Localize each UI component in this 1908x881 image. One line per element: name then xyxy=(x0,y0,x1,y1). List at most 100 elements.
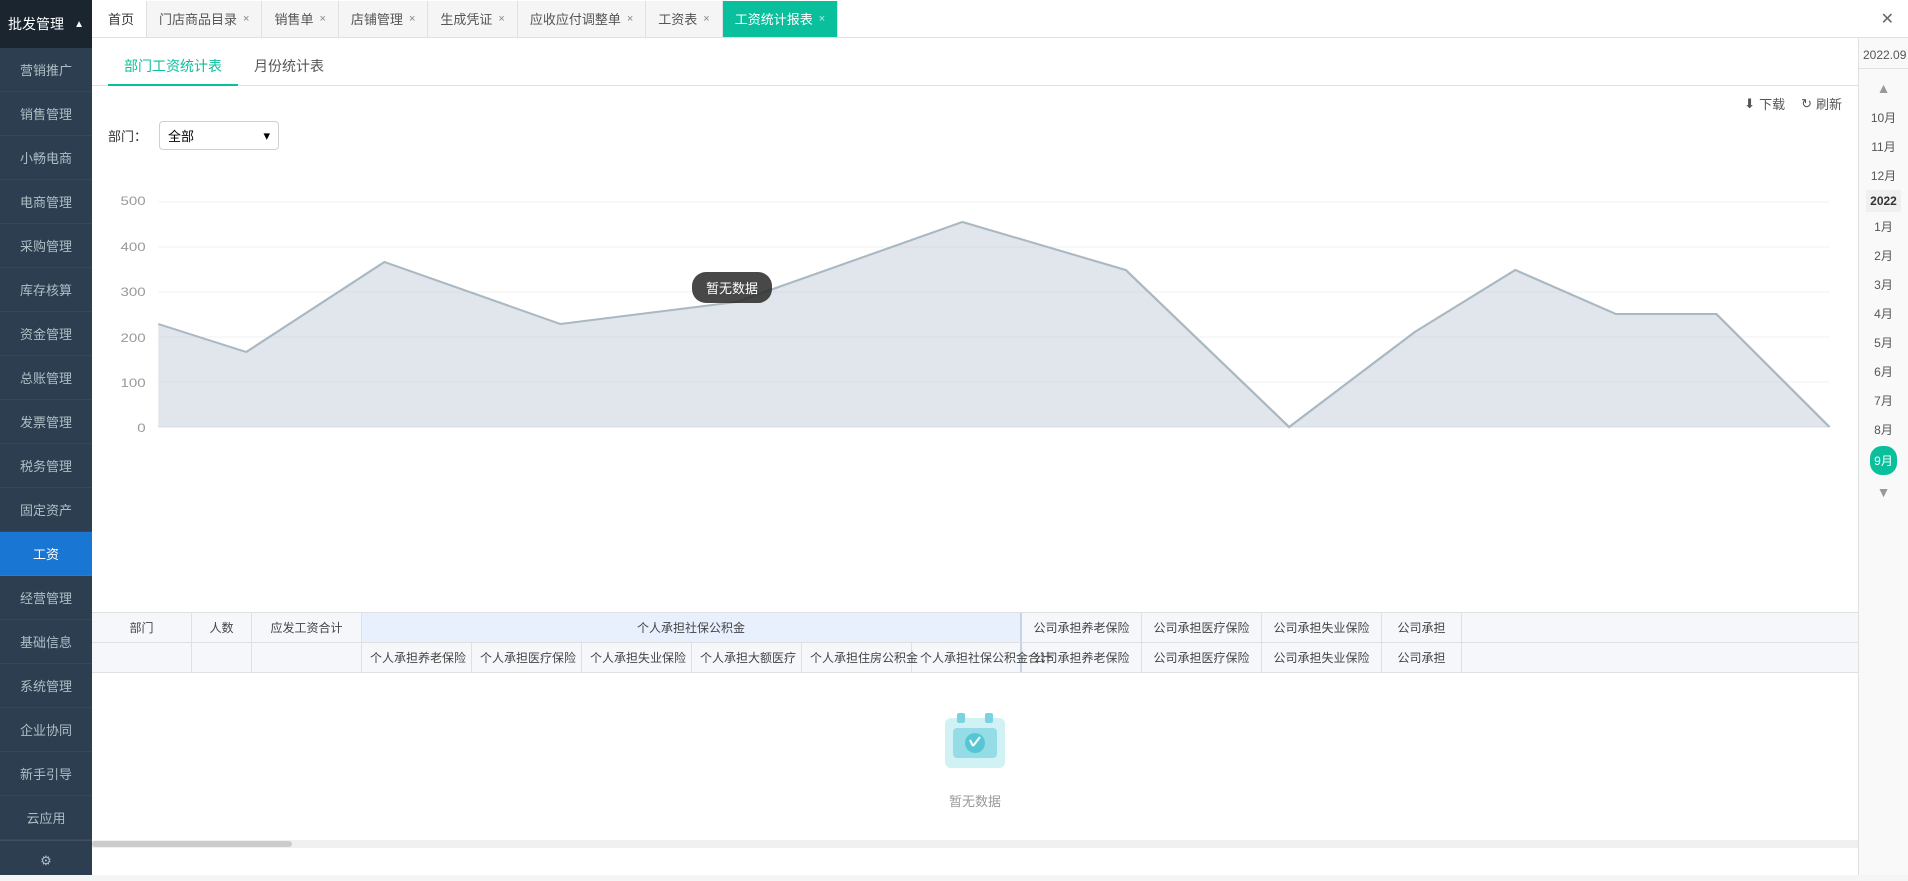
toolbar: ⬇ 下载 ↻ 刷新 xyxy=(92,86,1858,121)
sidebar-item-4[interactable]: 采购管理 xyxy=(0,224,92,268)
tab-bar: 首页门店商品目录×销售单×店铺管理×生成凭证×应收应付调整单×工资表×工资统计报… xyxy=(92,0,1908,38)
date-year-1[interactable]: 2022 xyxy=(1866,190,1901,212)
th-personal-major-medical: 个人承担大额医疗 xyxy=(692,643,802,672)
sidebar-item-0[interactable]: 营销推广 xyxy=(0,48,92,92)
sidebar-item-13[interactable]: 基础信息 xyxy=(0,620,92,664)
content-area: 部门工资统计表月份统计表 ⬇ 下载 ↻ 刷新 部门： 全部 ▾ xyxy=(92,38,1908,875)
tab-3[interactable]: 店铺管理× xyxy=(339,1,428,37)
svg-text:300: 300 xyxy=(121,285,147,298)
empty-text: 暂无数据 xyxy=(949,791,1001,810)
sidebar-item-3[interactable]: 电商管理 xyxy=(0,180,92,224)
department-filter-value: 全部 xyxy=(168,126,194,145)
table-header-row1: 部门 人数 应发工资合计 个人承担社保公积金 公司承担养老保险 公司承担医疗保险… xyxy=(92,613,1858,643)
th-company-unemployment2: 公司承担失业保险 xyxy=(1262,643,1382,672)
download-button[interactable]: ⬇ 下载 xyxy=(1744,94,1785,113)
date-month-1-2[interactable]: 3月 xyxy=(1866,270,1901,299)
date-nav-up-button[interactable]: ▲ xyxy=(1869,73,1899,103)
sub-tab-1[interactable]: 月份统计表 xyxy=(238,48,340,86)
sidebar-item-11[interactable]: 工资 xyxy=(0,532,92,576)
refresh-icon: ↻ xyxy=(1801,96,1812,112)
th-company-medical2: 公司承担医疗保险 xyxy=(1142,643,1262,672)
tab-6[interactable]: 工资表× xyxy=(646,1,722,37)
sidebar-item-2[interactable]: 小畅电商 xyxy=(0,136,92,180)
sidebar: 批发管理 ▲ 营销推广销售管理小畅电商电商管理采购管理库存核算资金管理总账管理发… xyxy=(0,0,92,875)
sidebar-item-15[interactable]: 企业协同 xyxy=(0,708,92,752)
empty-state: 暂无数据 xyxy=(92,673,1858,840)
sidebar-item-14[interactable]: 系统管理 xyxy=(0,664,92,708)
th-count: 人数 xyxy=(192,613,252,642)
th-personal-pension: 个人承担养老保险 xyxy=(362,643,472,672)
sidebar-item-17[interactable]: 云应用 xyxy=(0,796,92,840)
date-month-0-2[interactable]: 12月 xyxy=(1866,161,1901,190)
th-wage-empty xyxy=(252,643,362,672)
main-area: 首页门店商品目录×销售单×店铺管理×生成凭证×应收应付调整单×工资表×工资统计报… xyxy=(92,0,1908,875)
sidebar-item-8[interactable]: 发票管理 xyxy=(0,400,92,444)
tab-close-3[interactable]: × xyxy=(409,13,415,25)
date-month-1-8[interactable]: 9月 xyxy=(1870,446,1897,475)
date-header-text: 2022.09 xyxy=(1863,48,1906,62)
sidebar-item-6[interactable]: 资金管理 xyxy=(0,312,92,356)
date-month-0-0[interactable]: 10月 xyxy=(1866,103,1901,132)
department-filter-select[interactable]: 全部 ▾ xyxy=(159,121,279,150)
th-total-wage: 应发工资合计 xyxy=(252,613,362,642)
sidebar-item-12[interactable]: 经营管理 xyxy=(0,576,92,620)
svg-text:100: 100 xyxy=(121,376,147,389)
settings-icon: ⚙ xyxy=(40,853,52,868)
th-company-medical: 公司承担医疗保险 xyxy=(1142,613,1262,642)
date-month-1-7[interactable]: 8月 xyxy=(1866,415,1901,444)
sidebar-item-16[interactable]: 新手引导 xyxy=(0,752,92,796)
date-month-1-5[interactable]: 6月 xyxy=(1866,357,1901,386)
sidebar-item-7[interactable]: 总账管理 xyxy=(0,356,92,400)
tab-close-4[interactable]: × xyxy=(498,13,504,25)
date-selector-panel: 2022.09 ▲ 10月11月12月20221月2月3月4月5月6月7月8月9… xyxy=(1858,38,1908,875)
sidebar-header[interactable]: 批发管理 ▲ xyxy=(0,0,92,48)
refresh-button[interactable]: ↻ 刷新 xyxy=(1801,94,1842,113)
date-month-1-4[interactable]: 5月 xyxy=(1866,328,1901,357)
tab-5[interactable]: 应收应付调整单× xyxy=(518,1,646,37)
scrollbar-thumb xyxy=(92,841,292,847)
line-chart: 0 100 200 300 400 500 xyxy=(108,162,1842,442)
table-header-row2: 个人承担养老保险 个人承担医疗保险 个人承担失业保险 个人承担大额医疗 个人承担… xyxy=(92,643,1858,673)
th-personal-social-insurance: 个人承担社保公积金 xyxy=(362,613,1022,642)
download-icon: ⬇ xyxy=(1744,96,1755,112)
th-company-pension: 公司承担养老保险 xyxy=(1022,613,1142,642)
sidebar-item-1[interactable]: 销售管理 xyxy=(0,92,92,136)
close-all-tabs-button[interactable]: ✕ xyxy=(1871,9,1904,29)
sidebar-title: 批发管理 xyxy=(8,14,64,34)
sidebar-item-5[interactable]: 库存核算 xyxy=(0,268,92,312)
tab-close-7[interactable]: × xyxy=(819,13,825,25)
sidebar-item-9[interactable]: 税务管理 xyxy=(0,444,92,488)
tab-1[interactable]: 门店商品目录× xyxy=(147,1,262,37)
filter-row: 部门： 全部 ▾ xyxy=(92,121,1858,162)
date-month-1-3[interactable]: 4月 xyxy=(1866,299,1901,328)
horizontal-scrollbar[interactable] xyxy=(92,840,1858,848)
th-company-other2: 公司承担 xyxy=(1382,643,1462,672)
tab-2[interactable]: 销售单× xyxy=(262,1,338,37)
close-all-icon: ✕ xyxy=(1881,9,1894,29)
table-scroll-container[interactable]: 部门 人数 应发工资合计 个人承担社保公积金 公司承担养老保险 公司承担医疗保险… xyxy=(92,613,1858,840)
empty-icon xyxy=(935,703,1015,783)
date-month-1-6[interactable]: 7月 xyxy=(1866,386,1901,415)
tab-close-6[interactable]: × xyxy=(703,13,709,25)
date-month-0-1[interactable]: 11月 xyxy=(1866,132,1901,161)
download-label: 下载 xyxy=(1759,94,1785,113)
th-personal-medical: 个人承担医疗保险 xyxy=(472,643,582,672)
tab-close-5[interactable]: × xyxy=(627,13,633,25)
th-personal-unemployment: 个人承担失业保险 xyxy=(582,643,692,672)
chart-area: 0 100 200 300 400 500 xyxy=(92,162,1858,612)
date-month-1-0[interactable]: 1月 xyxy=(1866,212,1901,241)
department-filter-label: 部门： xyxy=(108,126,147,145)
tab-close-1[interactable]: × xyxy=(243,13,249,25)
tab-0[interactable]: 首页 xyxy=(96,1,147,37)
date-selector-header: 2022.09 xyxy=(1859,42,1908,69)
svg-text:400: 400 xyxy=(121,240,147,253)
tab-7[interactable]: 工资统计报表× xyxy=(723,1,838,37)
sidebar-item-10[interactable]: 固定资产 xyxy=(0,488,92,532)
date-nav-down-button[interactable]: ▼ xyxy=(1869,477,1899,507)
tab-4[interactable]: 生成凭证× xyxy=(428,1,517,37)
date-month-1-1[interactable]: 2月 xyxy=(1866,241,1901,270)
th-personal-housing-fund: 个人承担住房公积金 xyxy=(802,643,912,672)
th-company-other: 公司承担 xyxy=(1382,613,1462,642)
sub-tab-0[interactable]: 部门工资统计表 xyxy=(108,48,238,86)
tab-close-2[interactable]: × xyxy=(319,13,325,25)
